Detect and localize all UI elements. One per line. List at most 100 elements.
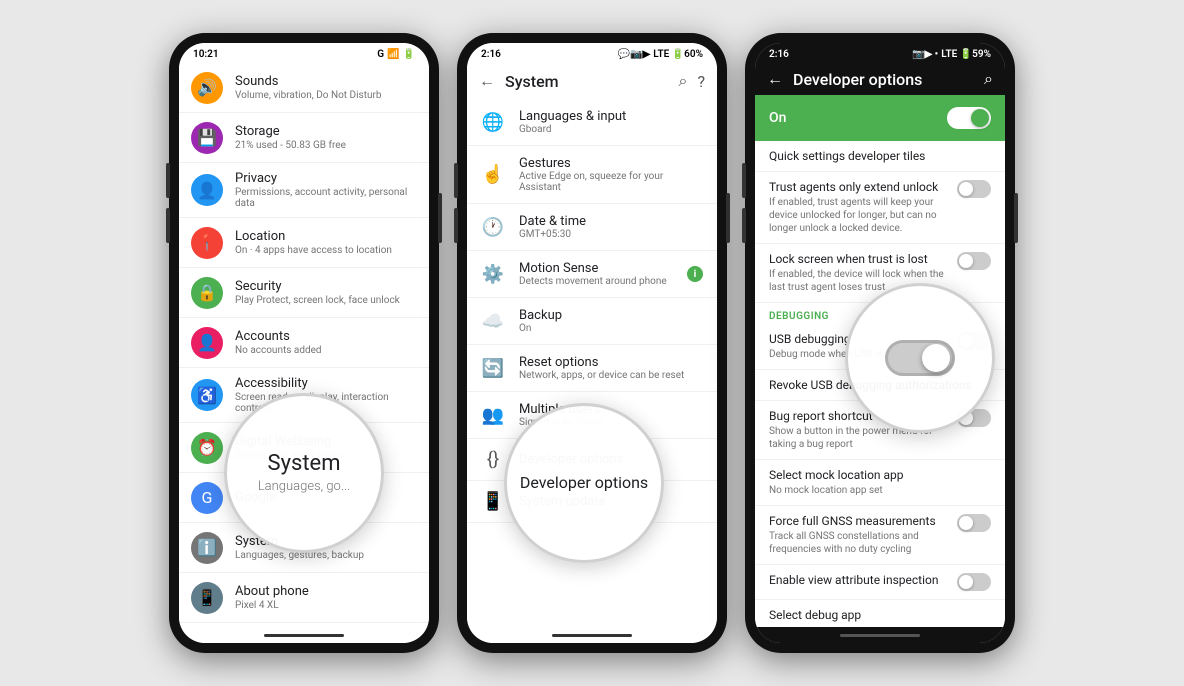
system-item-gestures[interactable]: ☝️ Gestures Active Edge on, squeeze for … (467, 146, 717, 204)
settings-item-sounds[interactable]: 🔊 Sounds Volume, vibration, Do Not Distu… (179, 63, 429, 113)
dev-sub-8: Track all GNSS constellations and freque… (769, 530, 949, 556)
search-icon-3[interactable]: ⌕ (984, 69, 993, 89)
dev-item-2[interactable]: Lock screen when trust is lost If enable… (755, 244, 1005, 303)
system-item-reset[interactable]: 🔄 Reset options Network, apps, or device… (467, 345, 717, 392)
back-button-2[interactable]: ← (479, 71, 495, 91)
top-bar-2: ← System ⌕ ? (467, 63, 717, 99)
settings-item-system[interactable]: ℹ️ System Languages, gestures, backup (179, 523, 429, 573)
settings-item-privacy[interactable]: 👤 Privacy Permissions, account activity,… (179, 163, 429, 218)
toggle-8[interactable] (957, 514, 991, 532)
sys-sub-multipleusers: Signed in as Owner (519, 417, 703, 428)
top-bar-3: ← Developer options ⌕ (755, 63, 1005, 95)
info-badge-motionsense: i (687, 266, 703, 282)
settings-item-accounts[interactable]: 👤 Accounts No accounts added (179, 318, 429, 368)
settings-item-accessibility[interactable]: ♿ Accessibility Screen readers, display,… (179, 368, 429, 423)
dev-sub-7: No mock location app set (769, 484, 904, 497)
dev-item-10[interactable]: Select debug app (755, 600, 1005, 627)
system-item-devopt[interactable]: {} Developer options (467, 439, 717, 481)
time-2: 2:16 (481, 49, 501, 60)
dev-item-1[interactable]: Trust agents only extend unlock If enabl… (755, 172, 1005, 244)
settings-item-location[interactable]: 📍 Location On · 4 apps have access to lo… (179, 218, 429, 268)
dev-item-7[interactable]: Select mock location app No mock locatio… (755, 460, 1005, 506)
icon-accounts: 👤 (191, 327, 223, 359)
icon-location: 📍 (191, 227, 223, 259)
dev-item-5[interactable]: Revoke USB debugging authorizations (755, 370, 1005, 401)
sys-title-reset: Reset options (519, 355, 703, 370)
title-accessibility: Accessibility (235, 376, 417, 391)
sys-icon-reset: 🔄 (481, 358, 505, 379)
sys-icon-gestures: ☝️ (481, 164, 505, 185)
icon-digital-wellbeing: ⏰ (191, 432, 223, 464)
dev-sub-1: If enabled, trust agents will keep your … (769, 196, 949, 235)
toggle-1[interactable] (957, 180, 991, 198)
dev-item-8[interactable]: Force full GNSS measurements Track all G… (755, 506, 1005, 565)
home-bar-1 (179, 627, 429, 643)
settings-list: 🔊 Sounds Volume, vibration, Do Not Distu… (179, 63, 429, 627)
dev-title-10: Select debug app (769, 608, 861, 622)
sys-sub-languages: Gboard (519, 124, 703, 135)
subtitle-system: Languages, gestures, backup (235, 550, 417, 561)
icon-privacy: 👤 (191, 174, 223, 206)
dev-item-6[interactable]: Bug report shortcut Show a button in the… (755, 401, 1005, 460)
sys-sub-backup: On (519, 323, 703, 334)
toggle-6[interactable] (957, 409, 991, 427)
settings-item-security[interactable]: 🔒 Security Play Protect, screen lock, fa… (179, 268, 429, 318)
toggle-9[interactable] (957, 573, 991, 591)
dev-item-9[interactable]: Enable view attribute inspection (755, 565, 1005, 600)
search-icon-2[interactable]: ⌕ (678, 71, 687, 91)
sys-title-datetime: Date & time (519, 214, 703, 229)
status-bar-2: 2:16 💬📷▶ LTE 🔋60% (467, 43, 717, 63)
settings-item-storage[interactable]: 💾 Storage 21% used - 50.83 GB free (179, 113, 429, 163)
title-sounds: Sounds (235, 74, 417, 89)
dev-sub-6: Show a button in the power menu for taki… (769, 425, 949, 451)
system-title: System (505, 72, 668, 91)
title-system: System (235, 534, 417, 549)
dev-item-0[interactable]: Quick settings developer tiles (755, 141, 1005, 172)
dev-sub-4: Debug mode when USB is connected (769, 348, 932, 361)
subtitle-location: On · 4 apps have access to location (235, 245, 417, 256)
phone-3: 2:16 📷▶ • LTE 🔋59% ← Developer options ⌕… (745, 33, 1015, 653)
subtitle-security: Play Protect, screen lock, face unlock (235, 295, 417, 306)
system-item-multipleusers[interactable]: 👥 Multiple users Signed in as Owner (467, 392, 717, 439)
settings-item-digital-wellbeing[interactable]: ⏰ Digital Wellbeing Screen time, Wind Do… (179, 423, 429, 473)
subtitle-digital-wellbeing: Screen time, Wind Down (235, 450, 417, 461)
sys-sub-datetime: GMT+05:30 (519, 229, 703, 240)
settings-item-google[interactable]: G Google (179, 473, 429, 523)
status-bar-1: 10:21 G 📶 🔋 (179, 43, 429, 63)
icon-accessibility: ♿ (191, 379, 223, 411)
icon-system: ℹ️ (191, 532, 223, 564)
dev-title-4: USB debugging (769, 332, 932, 346)
phone-2: 2:16 💬📷▶ LTE 🔋60% ← System ⌕ ? 🌐 Languag… (457, 33, 727, 653)
settings-item-about-phone[interactable]: 📱 About phone Pixel 4 XL (179, 573, 429, 623)
sys-icon-sysupdate: 📱 (481, 491, 505, 512)
sys-title-sysupdate: System update (519, 494, 703, 509)
toggle-4[interactable] (957, 332, 991, 350)
help-icon-2[interactable]: ? (697, 72, 705, 91)
sys-icon-languages: 🌐 (481, 112, 505, 133)
system-item-languages[interactable]: 🌐 Languages & input Gboard (467, 99, 717, 146)
dev-options-title: Developer options (793, 70, 974, 89)
system-item-sysupdate[interactable]: 📱 System update (467, 481, 717, 523)
title-security: Security (235, 279, 417, 294)
status-bar-3: 2:16 📷▶ • LTE 🔋59% (755, 43, 1005, 63)
sys-title-motionsense: Motion Sense (519, 261, 673, 276)
title-storage: Storage (235, 124, 417, 139)
subtitle-about-phone: Pixel 4 XL (235, 600, 417, 611)
icon-sounds: 🔊 (191, 72, 223, 104)
home-bar-2 (467, 627, 717, 643)
toggle-2[interactable] (957, 252, 991, 270)
subtitle-storage: 21% used - 50.83 GB free (235, 140, 417, 151)
developer-toggle[interactable] (947, 107, 991, 129)
dev-title-8: Force full GNSS measurements (769, 514, 949, 528)
title-accounts: Accounts (235, 329, 417, 344)
sys-title-backup: Backup (519, 308, 703, 323)
system-item-datetime[interactable]: 🕐 Date & time GMT+05:30 (467, 204, 717, 251)
on-label: On (769, 110, 786, 126)
back-button-3[interactable]: ← (767, 69, 783, 89)
developer-on-bar: On (755, 95, 1005, 141)
time-1: 10:21 (193, 49, 219, 60)
system-item-motionsense[interactable]: ⚙️ Motion Sense Detects movement around … (467, 251, 717, 298)
sys-sub-motionsense: Detects movement around phone (519, 276, 673, 287)
system-item-backup[interactable]: ☁️ Backup On (467, 298, 717, 345)
dev-item-4[interactable]: USB debugging Debug mode when USB is con… (755, 324, 1005, 370)
